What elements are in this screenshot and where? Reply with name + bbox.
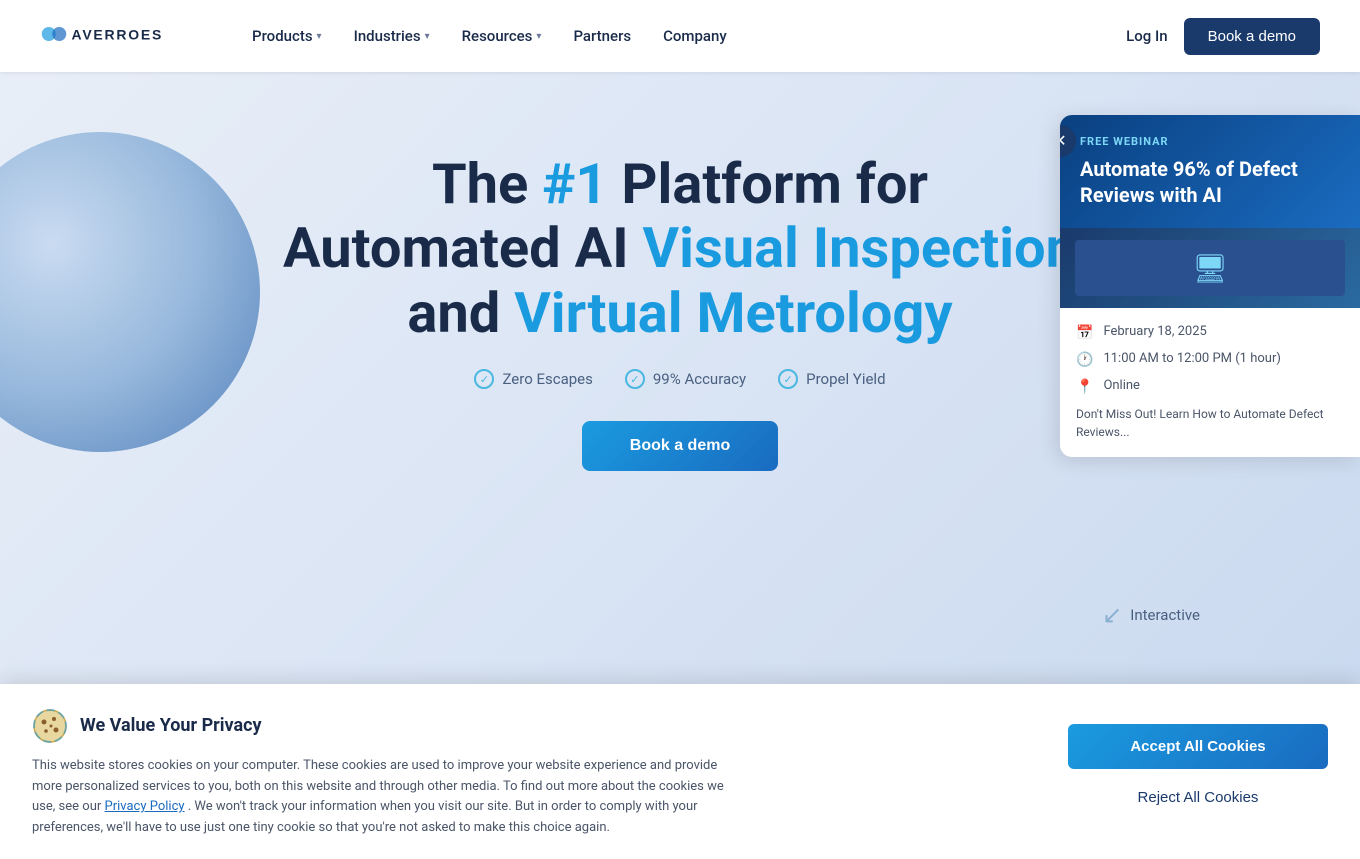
nav-links: Products ▾ Industries ▾ Resources ▾ Part… — [240, 19, 1126, 53]
cookie-banner: We Value Your Privacy This website store… — [0, 684, 1360, 859]
svg-text:AVERROES: AVERROES — [72, 26, 164, 42]
hero-title: The #1 Platform for Automated AI Visual … — [283, 152, 1077, 345]
badge-yield: ✓ Propel Yield — [778, 369, 885, 389]
calendar-icon: 📅 — [1076, 325, 1093, 341]
badge-accuracy: ✓ 99% Accuracy — [625, 369, 746, 389]
webinar-description: Don't Miss Out! Learn How to Automate De… — [1076, 405, 1344, 441]
cookie-header: We Value Your Privacy — [32, 708, 1036, 744]
privacy-policy-link[interactable]: Privacy Policy — [105, 799, 185, 814]
badge-zero-escapes: ✓ Zero Escapes — [474, 369, 592, 389]
check-icon: ✓ — [625, 369, 645, 389]
hero-badges: ✓ Zero Escapes ✓ 99% Accuracy ✓ Propel Y… — [474, 369, 885, 389]
cookie-icon — [32, 708, 68, 744]
book-demo-button[interactable]: Book a demo — [1184, 18, 1320, 55]
webinar-title: Automate 96% of Defect Reviews with AI — [1080, 156, 1340, 208]
navigation: AVERROES Products ▾ Industries ▾ Resourc… — [0, 0, 1360, 72]
monitor-icon: 🖥 — [1192, 252, 1228, 285]
cookie-actions: Accept All Cookies Reject All Cookies — [1068, 724, 1328, 816]
chevron-down-icon: ▾ — [536, 31, 541, 42]
nav-actions: Log In Book a demo — [1126, 18, 1320, 55]
arrow-icon: ↙ — [1102, 601, 1122, 629]
nav-industries[interactable]: Industries ▾ — [342, 19, 442, 53]
accept-cookies-button[interactable]: Accept All Cookies — [1068, 724, 1328, 769]
reject-cookies-button[interactable]: Reject All Cookies — [1068, 779, 1328, 816]
webinar-thumbnail: 🖥 — [1060, 228, 1360, 308]
webinar-panel: ✕ FREE WEBINAR Automate 96% of Defect Re… — [1060, 115, 1360, 457]
chevron-down-icon: ▾ — [425, 31, 430, 42]
webinar-time-detail: 🕐 11:00 AM to 12:00 PM (1 hour) — [1076, 351, 1344, 368]
interactive-label: ↙ Interactive — [1102, 601, 1200, 629]
check-icon: ✓ — [778, 369, 798, 389]
nav-partners[interactable]: Partners — [561, 19, 643, 53]
logo[interactable]: AVERROES — [40, 20, 180, 52]
chevron-down-icon: ▾ — [317, 31, 322, 42]
webinar-date-detail: 📅 February 18, 2025 — [1076, 324, 1344, 341]
webinar-body: 📅 February 18, 2025 🕐 11:00 AM to 12:00 … — [1060, 308, 1360, 457]
nav-products[interactable]: Products ▾ — [240, 19, 334, 53]
location-icon: 📍 — [1076, 379, 1093, 395]
nav-resources[interactable]: Resources ▾ — [450, 19, 554, 53]
webinar-tag: FREE WEBINAR — [1080, 135, 1340, 148]
cookie-text: This website stores cookies on your comp… — [32, 756, 732, 839]
check-icon: ✓ — [474, 369, 494, 389]
clock-icon: 🕐 — [1076, 352, 1093, 368]
webinar-header: FREE WEBINAR Automate 96% of Defect Revi… — [1060, 115, 1360, 228]
login-link[interactable]: Log In — [1126, 27, 1167, 45]
nav-company[interactable]: Company — [651, 19, 739, 53]
webinar-location-detail: 📍 Online — [1076, 378, 1344, 395]
hero-sphere-decoration — [0, 132, 260, 452]
hero-cta-button[interactable]: Book a demo — [582, 421, 778, 471]
cookie-title: We Value Your Privacy — [80, 715, 262, 736]
